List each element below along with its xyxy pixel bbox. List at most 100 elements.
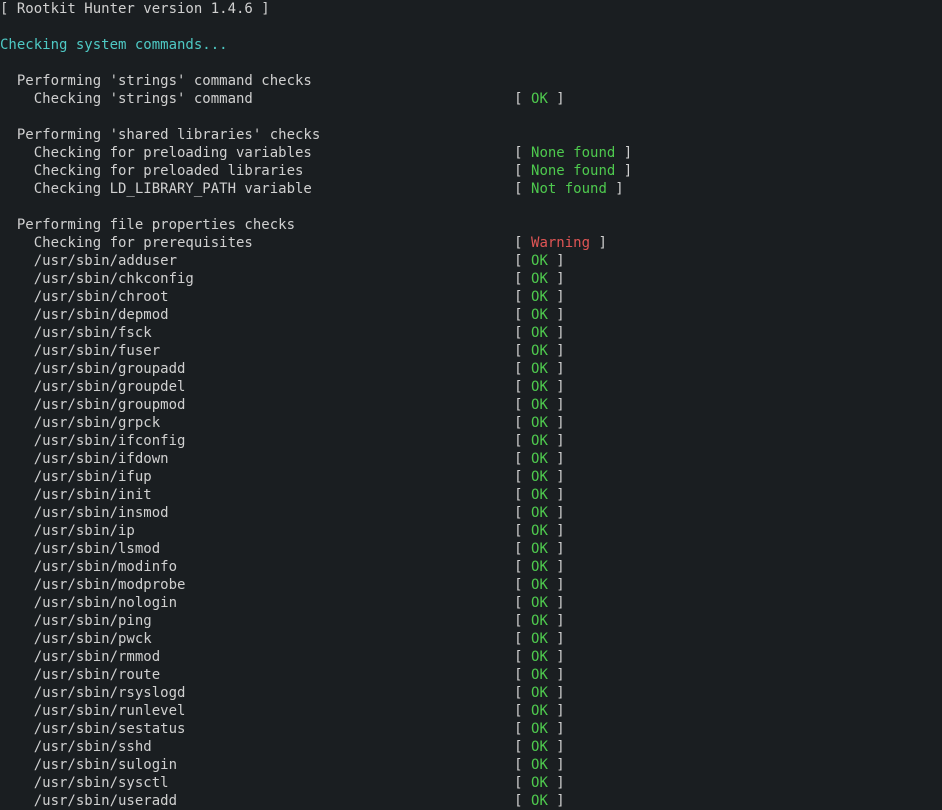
bracket-close: ] [548,774,565,792]
bracket-close: ] [607,180,624,198]
check-group: Performing 'shared libraries' checks [0,126,942,144]
check-label: /usr/sbin/useradd [0,792,514,810]
check-item: /usr/sbin/groupdel [ OK ] [0,378,942,396]
check-status: OK [531,702,548,720]
check-group: Performing file properties checks [0,216,942,234]
check-status: OK [531,630,548,648]
check-label: /usr/sbin/ifdown [0,450,514,468]
check-label: /usr/sbin/runlevel [0,702,514,720]
section-header-line: Checking system commands... [0,36,942,54]
check-label: /usr/sbin/lsmod [0,540,514,558]
bracket-close: ] [548,540,565,558]
check-item: Checking for prerequisites [ Warning ] [0,234,942,252]
bracket-close: ] [548,486,565,504]
bracket-close: ] [548,612,565,630]
bracket-open: [ [514,432,531,450]
check-item: /usr/sbin/init [ OK ] [0,486,942,504]
bracket-close: ] [590,234,607,252]
check-group-title: Performing 'shared libraries' checks [0,126,320,144]
check-item: /usr/sbin/fsck [ OK ] [0,324,942,342]
check-item: /usr/sbin/route [ OK ] [0,666,942,684]
bracket-open: [ [514,648,531,666]
check-status: OK [531,504,548,522]
check-label: /usr/sbin/ifconfig [0,432,514,450]
check-item: Checking 'strings' command [ OK ] [0,90,942,108]
bracket-close: ] [548,378,565,396]
bracket-open: [ [514,684,531,702]
bracket-open: [ [514,396,531,414]
check-status: OK [531,342,548,360]
check-item: /usr/sbin/lsmod [ OK ] [0,540,942,558]
header-line: [ Rootkit Hunter version 1.4.6 ] [0,0,942,18]
check-status: OK [531,360,548,378]
bracket-close: ] [548,630,565,648]
check-item: /usr/sbin/chkconfig [ OK ] [0,270,942,288]
check-status: OK [531,522,548,540]
bracket-open: [ [514,612,531,630]
bracket-open: [ [514,306,531,324]
blank-line [0,18,942,36]
check-item: /usr/sbin/grpck [ OK ] [0,414,942,432]
check-item: /usr/sbin/runlevel [ OK ] [0,702,942,720]
check-label: /usr/sbin/init [0,486,514,504]
check-item: /usr/sbin/sestatus [ OK ] [0,720,942,738]
check-item: /usr/sbin/depmod [ OK ] [0,306,942,324]
bracket-close: ] [548,504,565,522]
check-group: Performing 'strings' command checks [0,72,942,90]
check-label: /usr/sbin/sysctl [0,774,514,792]
check-status: OK [531,576,548,594]
check-label: /usr/sbin/sestatus [0,720,514,738]
bracket-open: [ [514,540,531,558]
bracket-close: ] [548,576,565,594]
bracket-open: [ [514,792,531,810]
check-item: /usr/sbin/groupadd [ OK ] [0,360,942,378]
check-status: OK [531,594,548,612]
bracket-close: ] [548,90,565,108]
bracket-open: [ [514,756,531,774]
bracket-close: ] [548,306,565,324]
bracket-open: [ [514,378,531,396]
check-label: /usr/sbin/ping [0,612,514,630]
check-label: /usr/sbin/fsck [0,324,514,342]
bracket-open: [ [514,576,531,594]
bracket-close: ] [615,144,632,162]
check-label: /usr/sbin/pwck [0,630,514,648]
bracket-close: ] [548,522,565,540]
check-status: OK [531,720,548,738]
check-label: /usr/sbin/sulogin [0,756,514,774]
check-item: /usr/sbin/useradd [ OK ] [0,792,942,810]
terminal-output: [ Rootkit Hunter version 1.4.6 ] Checkin… [0,0,942,810]
check-status: OK [531,756,548,774]
check-item: /usr/sbin/modprobe [ OK ] [0,576,942,594]
check-label: /usr/sbin/insmod [0,504,514,522]
bracket-close: ] [548,252,565,270]
check-group-title: Performing 'strings' command checks [0,72,312,90]
check-item: /usr/sbin/rsyslogd [ OK ] [0,684,942,702]
check-item: /usr/sbin/sulogin [ OK ] [0,756,942,774]
bracket-close: ] [548,792,565,810]
bracket-close: ] [548,684,565,702]
check-label: /usr/sbin/depmod [0,306,514,324]
section-header: Checking system commands... [0,36,228,54]
check-status: OK [531,414,548,432]
check-status: OK [531,450,548,468]
bracket-open: [ [514,774,531,792]
check-label: /usr/sbin/ifup [0,468,514,486]
check-status: OK [531,540,548,558]
check-status: OK [531,738,548,756]
check-label: /usr/sbin/rsyslogd [0,684,514,702]
check-label: /usr/sbin/nologin [0,594,514,612]
bracket-open: [ [514,504,531,522]
bracket-open: [ [514,630,531,648]
check-label: /usr/sbin/chroot [0,288,514,306]
check-status: Not found [531,180,607,198]
check-item: /usr/sbin/ping [ OK ] [0,612,942,630]
bracket-close: ] [548,270,565,288]
check-item: /usr/sbin/ifconfig [ OK ] [0,432,942,450]
bracket-open: [ [514,288,531,306]
bracket-open: [ [514,558,531,576]
check-status: None found [531,162,615,180]
check-item: /usr/sbin/ifdown [ OK ] [0,450,942,468]
check-label: Checking 'strings' command [0,90,514,108]
bracket-close: ] [548,666,565,684]
